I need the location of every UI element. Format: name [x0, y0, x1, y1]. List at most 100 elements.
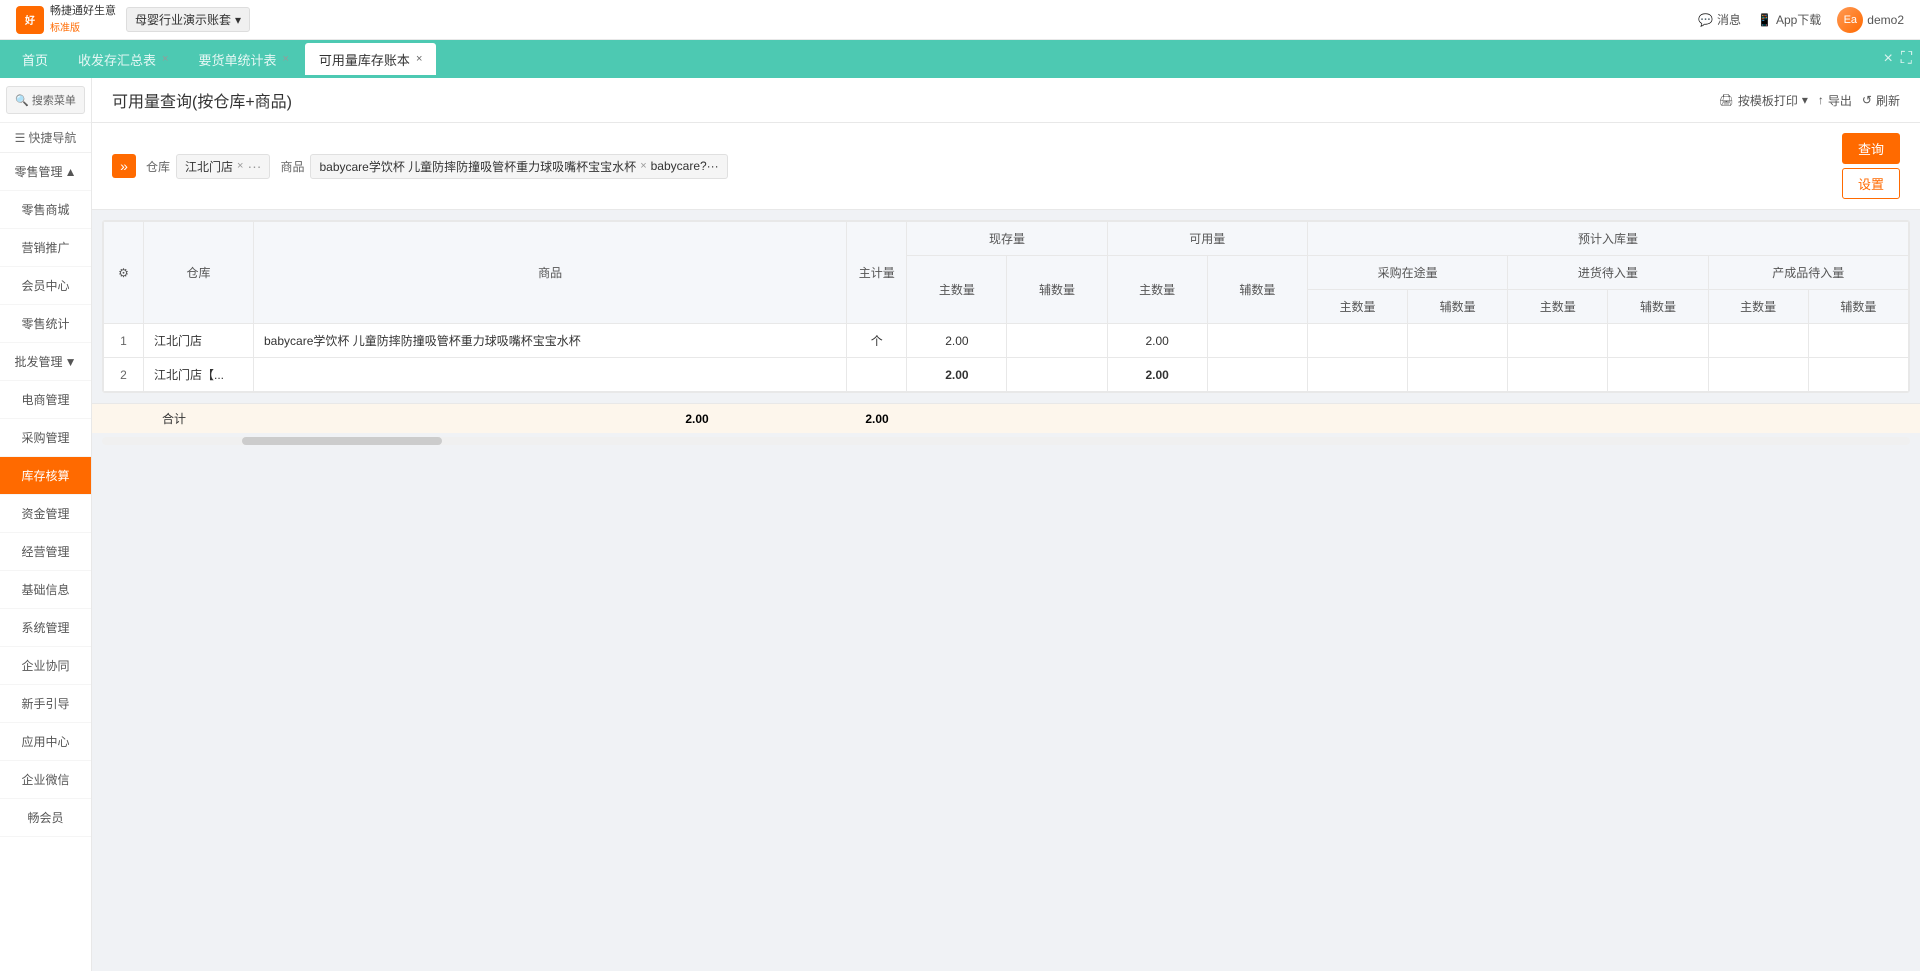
sidebar-item-label: 新手引导: [21, 697, 69, 711]
sidebar-item-enterprise[interactable]: 企业协同: [0, 647, 91, 685]
message-action[interactable]: 💬 消息: [1698, 11, 1741, 28]
expand-icon: »: [120, 158, 128, 174]
sidebar-item-retail-mgmt[interactable]: 零售管理 ▲: [0, 153, 91, 191]
chevron-icon: ▼: [65, 355, 77, 369]
industry-label: 母婴行业演示账套: [135, 11, 231, 28]
row-2-product: [254, 358, 847, 392]
sidebar-item-inventory[interactable]: 库存核算: [0, 457, 91, 495]
main-layout: 🔍 搜索菜单 ☰ 快捷导航 零售管理 ▲ 零售商城 营销推广 会员中心 零售统计…: [0, 78, 1920, 971]
table-container: ⚙ 仓库 商品 主计量 现存量 可用量 预计入库量 主数量 辅数量 主数量 辅数…: [102, 220, 1910, 393]
gear-icon[interactable]: ⚙: [118, 266, 129, 280]
tab-receivables[interactable]: 收发存汇总表 ×: [64, 43, 182, 75]
warehouse-value: 江北门店: [185, 158, 233, 175]
th-incoming-main: 主数量: [1508, 290, 1608, 324]
sidebar-item-app-center[interactable]: 应用中心: [0, 723, 91, 761]
refresh-btn[interactable]: ↺ 刷新: [1862, 92, 1900, 109]
fullscreen-btn[interactable]: ⛶: [1901, 50, 1912, 68]
horizontal-scrollbar-thumb[interactable]: [242, 437, 442, 445]
product-label: 商品: [280, 158, 304, 175]
sidebar-item-marketing[interactable]: 营销推广: [0, 229, 91, 267]
sidebar-item-base-info[interactable]: 基础信息: [0, 571, 91, 609]
print-template-btn[interactable]: 🖨 按模板打印 ▾: [1719, 92, 1808, 109]
page-header: 可用量查询(按仓库+商品) 🖨 按模板打印 ▾ ↑ 导出 ↺ 刷新: [92, 78, 1920, 123]
warehouse-more-btn[interactable]: ···: [247, 158, 261, 174]
logo-text-block: 畅捷通好生意 标准版: [50, 5, 116, 33]
product-tag-1-close[interactable]: ×: [640, 160, 646, 172]
row-1-product: babycare学饮杯 儿童防摔防撞吸管杯重力球吸嘴杯宝宝水杯: [254, 324, 847, 358]
message-label: 消息: [1717, 11, 1741, 28]
th-produced-main: 主数量: [1708, 290, 1808, 324]
chevron-down-icon: ▾: [1802, 93, 1808, 107]
row-2-produced-main: [1708, 358, 1808, 392]
row-2-available-main: 2.00: [1107, 358, 1207, 392]
tab-purchase-stats[interactable]: 要货单统计表 ×: [184, 43, 302, 75]
th-stock-aux: 辅数量: [1007, 256, 1107, 324]
sidebar-nav-btn[interactable]: ☰ 快捷导航: [0, 123, 91, 153]
sidebar-item-retail-stats[interactable]: 零售统计: [0, 305, 91, 343]
close-all-tabs-btn[interactable]: ×: [1883, 50, 1892, 68]
user-profile[interactable]: Ea demo2: [1837, 7, 1904, 33]
product-filter: 商品 babycare学饮杯 儿童防摔防撞吸管杯重力球吸嘴杯宝宝水杯 × bab…: [280, 154, 727, 179]
th-purchase-main: 主数量: [1307, 290, 1407, 324]
nav-tabs: 首页 收发存汇总表 × 要货单统计表 × 可用量库存账本 × × ⛶: [0, 40, 1920, 78]
sidebar-item-label: 企业协同: [21, 659, 69, 673]
sidebar-item-label: 会员中心: [21, 279, 69, 293]
sidebar-item-system[interactable]: 系统管理: [0, 609, 91, 647]
row-1-stock-main: 2.00: [907, 324, 1007, 358]
th-produced-aux: 辅数量: [1808, 290, 1908, 324]
row-1-seq: 1: [104, 324, 144, 358]
sidebar-item-member[interactable]: 会员中心: [0, 267, 91, 305]
warehouse-tag-close[interactable]: ×: [237, 160, 243, 172]
sidebar: 🔍 搜索菜单 ☰ 快捷导航 零售管理 ▲ 零售商城 营销推广 会员中心 零售统计…: [0, 78, 92, 971]
username: demo2: [1867, 13, 1904, 27]
sidebar-item-retail-mall[interactable]: 零售商城: [0, 191, 91, 229]
tab-receivables-close[interactable]: ×: [162, 53, 168, 65]
th-available-group: 可用量: [1107, 222, 1307, 256]
row-1-warehouse: 江北门店: [144, 324, 254, 358]
tab-available-inventory-close[interactable]: ×: [416, 53, 422, 65]
industry-selector[interactable]: 母婴行业演示账套 ▾: [126, 7, 250, 32]
tab-purchase-stats-label: 要货单统计表: [198, 50, 276, 69]
sidebar-item-label: 经营管理: [21, 545, 69, 559]
export-btn[interactable]: ↑ 导出: [1818, 92, 1852, 109]
th-available-main: 主数量: [1107, 256, 1207, 324]
window-buttons: × ⛶: [1883, 50, 1912, 68]
warehouse-label: 仓库: [146, 158, 170, 175]
sidebar-item-label: 库存核算: [21, 469, 69, 483]
row-2-available-aux: [1207, 358, 1307, 392]
sidebar-item-guide[interactable]: 新手引导: [0, 685, 91, 723]
sidebar-item-ecommerce[interactable]: 电商管理: [0, 381, 91, 419]
row-2-purchase-main: [1307, 358, 1407, 392]
tab-available-inventory[interactable]: 可用量库存账本 ×: [305, 43, 436, 75]
tab-purchase-stats-close[interactable]: ×: [282, 53, 288, 65]
logo-area: 好 畅捷通好生意 标准版: [16, 5, 116, 33]
row-1-available-aux: [1207, 324, 1307, 358]
tab-available-inventory-label: 可用量库存账本: [319, 50, 410, 69]
page-title: 可用量查询(按仓库+商品): [112, 88, 292, 112]
sidebar-item-finance[interactable]: 资金管理: [0, 495, 91, 533]
row-1-stock-aux: [1007, 324, 1107, 358]
sidebar-item-operations[interactable]: 经营管理: [0, 533, 91, 571]
sidebar-item-label: 应用中心: [21, 735, 69, 749]
nav-icon: ☰: [15, 131, 26, 145]
summary-available-main: 2.00: [832, 412, 922, 426]
th-incoming-pending: 进货待入量: [1508, 256, 1708, 290]
tab-receivables-label: 收发存汇总表: [78, 50, 156, 69]
query-btn[interactable]: 查询: [1842, 133, 1900, 164]
settings-btn[interactable]: 设置: [1842, 168, 1900, 199]
sidebar-item-member-pro[interactable]: 畅会员: [0, 799, 91, 837]
sidebar-item-wechat[interactable]: 企业微信: [0, 761, 91, 799]
app-download-action[interactable]: 📱 App下载: [1757, 11, 1821, 28]
sidebar-item-label: 电商管理: [21, 393, 69, 407]
search-menu-btn[interactable]: 🔍 搜索菜单: [6, 86, 85, 114]
summary-stock-main: 2.00: [652, 412, 742, 426]
filter-expand-btn[interactable]: »: [112, 154, 136, 178]
sidebar-item-purchase[interactable]: 采购管理: [0, 419, 91, 457]
row-2-seq: 2: [104, 358, 144, 392]
th-purchase-aux: 辅数量: [1408, 290, 1508, 324]
tab-home[interactable]: 首页: [8, 43, 62, 75]
filter-action-btns: 查询 设置: [1842, 133, 1900, 199]
export-icon: ↑: [1818, 93, 1824, 107]
sidebar-item-wholesale[interactable]: 批发管理 ▼: [0, 343, 91, 381]
sidebar-item-label: 资金管理: [21, 507, 69, 521]
